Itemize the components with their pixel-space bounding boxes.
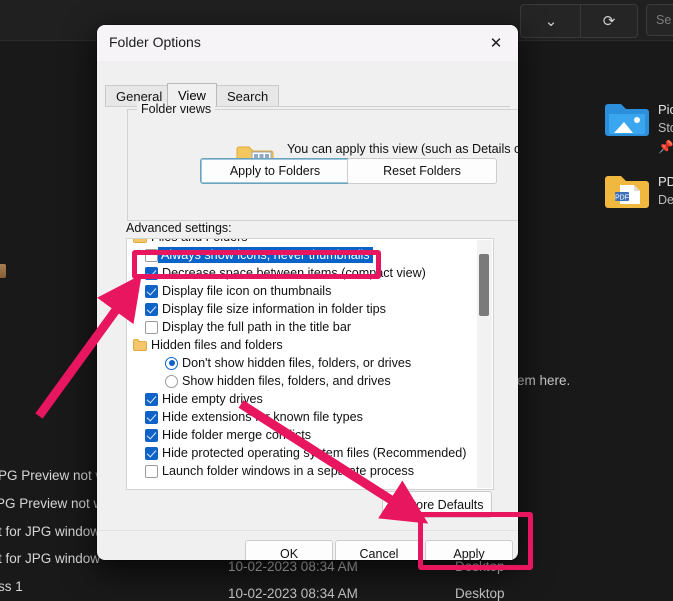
list-item-label: Hide empty drives [158,392,263,406]
list-item-label: Hide protected operating system files (R… [158,446,467,460]
list-item[interactable]: Hide folder merge conflicts [127,426,477,444]
list-item-label: Display file icon on thumbnails [158,284,331,298]
list-item[interactable]: lt for JPG window [0,524,100,539]
tile-title: PD [658,174,673,189]
checkbox[interactable] [145,321,158,334]
button-label: Cancel [360,547,399,560]
reset-folders-button[interactable]: Reset Folders [347,158,497,184]
close-glyph: ✕ [490,34,503,52]
refresh-icon[interactable]: ⟳ [580,4,638,38]
list-item[interactable]: ss 1 [0,579,23,594]
tile-title: Pic [658,102,673,117]
partial-file-icon [0,264,6,278]
dialog-titlebar: Folder Options ✕ [97,25,518,61]
list-item[interactable]: Hide protected operating system files (R… [127,444,477,462]
button-label: Reset Folders [383,164,461,178]
folder-options-dialog: Folder Options ✕ General View Search Fol… [97,25,518,560]
list-item[interactable]: Decrease space between items (compact vi… [127,264,477,282]
chevron-down-icon[interactable]: ⌄ [520,4,581,38]
chevron-down-glyph: ⌄ [545,12,558,30]
ok-button[interactable]: OK [245,540,333,560]
list-item-label: Launch folder windows in a separate proc… [158,464,414,478]
empty-hint-text: em here. [517,373,570,388]
table-cell-date: 10-02-2023 08:34 AM [228,559,358,574]
radio-button[interactable] [165,375,178,388]
table-cell-date: 10-02-2023 08:34 AM [228,586,358,601]
tab-view[interactable]: View [167,83,217,106]
list-item-label: Hidden files and folders [147,338,283,352]
checkbox[interactable] [145,465,158,478]
list-item[interactable]: lt for JPG window [0,551,100,566]
restore-defaults-button[interactable]: Restore Defaults [382,491,492,518]
checkbox[interactable] [145,393,158,406]
tab-label: Search [227,89,268,104]
list-item[interactable]: Don't show hidden files, folders, or dri… [127,354,477,372]
list-item[interactable]: Display file size information in folder … [127,300,477,318]
svg-text:PDF: PDF [615,195,629,202]
list-item-label: Display file size information in folder … [158,302,386,316]
button-label: OK [280,547,298,560]
apply-to-folders-button[interactable]: Apply to Folders [200,158,350,184]
list-item[interactable]: Show hidden files, folders, and drives [127,372,477,390]
tab-label: View [178,88,206,103]
list-item-label: Display the full path in the title bar [158,320,351,334]
footer-divider [97,530,518,531]
list-item[interactable]: Files and Folders [127,238,477,246]
list-item[interactable]: PG Preview not w [0,496,103,511]
list-item-label: Show hidden files, folders, and drives [178,374,391,388]
checkbox[interactable] [145,285,158,298]
search-input[interactable]: Se [646,4,673,36]
list-scrollbar[interactable] [477,240,492,488]
checkbox[interactable] [145,447,158,460]
checkbox[interactable] [145,303,158,316]
list-item[interactable]: Display file icon on thumbnails [127,282,477,300]
folder-icon [133,340,147,351]
list-item[interactable]: Hide empty drives [127,390,477,408]
list-item-label: Hide folder merge conflicts [158,428,311,442]
list-item-label: Files and Folders [147,238,248,244]
button-label: Apply [453,547,484,560]
folder-icon [133,238,147,243]
list-item[interactable]: Hide extensions for known file types [127,408,477,426]
list-item-label: Always show icons, never thumbnails [158,247,373,263]
list-item[interactable]: Always show icons, never thumbnails [127,246,477,264]
checkbox[interactable] [145,267,158,280]
list-item-label: Don't show hidden files, folders, or dri… [178,356,411,370]
radio-button[interactable] [165,357,178,370]
list-item-label: Hide extensions for known file types [158,410,363,424]
cancel-button[interactable]: Cancel [335,540,423,560]
button-label: Apply to Folders [230,164,320,178]
list-item[interactable]: Hidden files and folders [127,336,477,354]
table-cell-location: Desktop [455,586,505,601]
table-cell-location: Desktop [455,559,505,574]
list-item-label: Decrease space between items (compact vi… [158,266,426,280]
button-label: Restore Defaults [390,498,483,512]
pdf-folder-icon: PDF [604,172,650,210]
list-item[interactable]: Display the full path in the title bar [127,318,477,336]
advanced-settings-list[interactable]: Files and Folders Always show icons, neve… [126,238,494,490]
list-item[interactable]: PG Preview not w [0,468,105,483]
checkbox[interactable] [145,249,158,262]
refresh-glyph: ⟳ [603,12,616,30]
tile-subtitle: De [658,193,673,207]
apply-button[interactable]: Apply [425,540,513,560]
close-icon[interactable]: ✕ [474,25,518,61]
search-placeholder-text: Se [656,13,671,27]
checkbox[interactable] [145,411,158,424]
tab-search[interactable]: Search [216,85,279,106]
advanced-settings-label: Advanced settings: [126,221,232,235]
pin-icon: 📌 [658,140,673,155]
list-item[interactable]: Launch folder windows in a separate proc… [127,462,477,480]
checkbox[interactable] [145,429,158,442]
dialog-title: Folder Options [109,34,201,50]
tile-subtitle: Sto [658,121,673,135]
scrollbar-thumb[interactable] [479,254,489,316]
pictures-folder-icon [604,100,650,138]
